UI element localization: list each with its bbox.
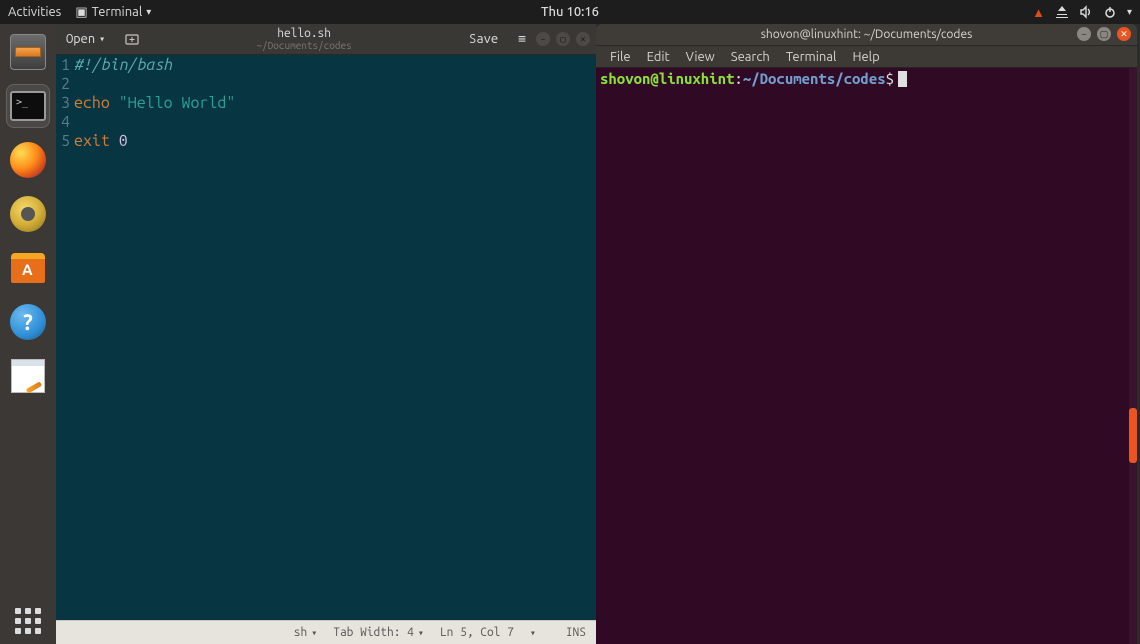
focused-app-label: Terminal	[92, 5, 143, 19]
gedit-window: Open ▾ hello.sh ~/Documents/codes Save ≡…	[56, 24, 596, 644]
maximize-button[interactable]: ▢	[556, 32, 570, 46]
minimize-button[interactable]: –	[1077, 27, 1091, 41]
cursor-position: Ln 5, Col 7	[440, 626, 514, 639]
prompt-path: ~/Documents/codes	[743, 70, 886, 87]
chevron-down-icon: ▾	[418, 627, 424, 639]
chevron-down-icon[interactable]: ▾	[530, 627, 536, 639]
dock-system-settings[interactable]	[6, 192, 50, 236]
code-line-3-str: "Hello World"	[110, 94, 235, 112]
code-line-5-cmd: exit	[74, 132, 110, 150]
menu-file[interactable]: File	[602, 50, 639, 64]
clock[interactable]: Thu 10:16	[541, 5, 599, 19]
terminal-title: shovon@linuxhint: ~/Documents/codes	[761, 28, 973, 41]
chevron-down-icon: ▾	[99, 33, 105, 45]
gedit-statusbar: sh ▾ Tab Width: 4 ▾ Ln 5, Col 7 ▾ INS	[56, 620, 596, 644]
gnome-top-panel: Activities ▣ Terminal ▾ Thu 10:16 ▲ ▾	[0, 0, 1140, 24]
gedit-headerbar: Open ▾ hello.sh ~/Documents/codes Save ≡…	[56, 24, 596, 55]
power-icon[interactable]	[1103, 5, 1117, 19]
close-button[interactable]: ✕	[576, 32, 590, 46]
gedit-filename: hello.sh	[149, 27, 459, 40]
terminal-scrollbar[interactable]	[1129, 68, 1137, 644]
dock-text-editor[interactable]	[6, 354, 50, 398]
activities-button[interactable]: Activities	[8, 5, 61, 19]
tabwidth-selector[interactable]: Tab Width: 4 ▾	[333, 626, 424, 639]
gedit-window-controls: – ▢ ✕	[536, 32, 596, 46]
insert-mode[interactable]: INS	[566, 626, 586, 639]
menu-search[interactable]: Search	[723, 50, 778, 64]
chevron-down-icon: ▾	[146, 6, 151, 18]
launcher-dock: ?	[0, 24, 56, 644]
close-button[interactable]: ✕	[1117, 27, 1131, 41]
gedit-filepath: ~/Documents/codes	[149, 40, 459, 51]
minimize-button[interactable]: –	[536, 32, 550, 46]
menu-terminal[interactable]: Terminal	[778, 50, 845, 64]
dock-firefox[interactable]	[6, 138, 50, 182]
dock-files[interactable]	[6, 30, 50, 74]
gedit-title: hello.sh ~/Documents/codes	[149, 27, 459, 51]
language-selector[interactable]: sh ▾	[294, 626, 317, 639]
volume-icon[interactable]	[1079, 5, 1093, 19]
gedit-editor-area[interactable]: 12345 #!/bin/bash echo "Hello World" exi…	[56, 55, 596, 620]
chevron-down-icon: ▾	[311, 627, 317, 639]
open-label: Open	[66, 32, 95, 46]
hamburger-icon: ≡	[518, 32, 526, 47]
scrollbar-thumb[interactable]	[1129, 408, 1137, 463]
terminal-titlebar[interactable]: shovon@linuxhint: ~/Documents/codes – ▢ …	[596, 24, 1137, 46]
new-tab-icon	[125, 32, 139, 46]
system-menu-chevron-icon[interactable]: ▾	[1127, 6, 1132, 18]
network-icon[interactable]	[1055, 5, 1069, 19]
dock-terminal[interactable]	[6, 84, 50, 128]
code-line-3-cmd: echo	[74, 94, 110, 112]
terminal-body[interactable]: shovon@linuxhint:~/Documents/codes$	[596, 68, 1137, 644]
terminal-cursor	[898, 71, 907, 87]
menu-help[interactable]: Help	[844, 50, 887, 64]
hamburger-menu-button[interactable]: ≡	[508, 24, 536, 54]
terminal-small-icon: ▣	[75, 5, 87, 20]
prompt-separator: :	[734, 70, 742, 87]
warning-icon[interactable]: ▲	[1032, 5, 1045, 20]
terminal-window-controls: – ▢ ✕	[1077, 27, 1131, 41]
code-line-2	[74, 75, 235, 94]
focused-app-indicator[interactable]: ▣ Terminal ▾	[75, 5, 151, 20]
code-line-1: #!/bin/bash	[74, 56, 173, 74]
new-tab-button[interactable]	[115, 24, 149, 54]
code-line-5-num: 0	[110, 132, 128, 150]
menu-edit[interactable]: Edit	[639, 50, 678, 64]
show-applications-button[interactable]	[15, 608, 41, 634]
tabwidth-label: Tab Width: 4	[333, 626, 414, 639]
line-number-gutter: 12345	[56, 56, 70, 620]
dock-software[interactable]	[6, 246, 50, 290]
code-content[interactable]: #!/bin/bash echo "Hello World" exit 0	[70, 56, 235, 620]
terminal-window: shovon@linuxhint: ~/Documents/codes – ▢ …	[596, 24, 1137, 644]
dock-help[interactable]: ?	[6, 300, 50, 344]
menu-view[interactable]: View	[678, 50, 723, 64]
open-button[interactable]: Open ▾	[56, 24, 115, 54]
prompt-userhost: shovon@linuxhint	[600, 70, 734, 87]
save-button[interactable]: Save	[459, 24, 508, 54]
terminal-menubar: File Edit View Search Terminal Help	[596, 46, 1137, 68]
maximize-button[interactable]: ▢	[1097, 27, 1111, 41]
prompt-dollar: $	[886, 70, 894, 87]
language-label: sh	[294, 626, 307, 639]
code-line-4	[74, 113, 235, 132]
